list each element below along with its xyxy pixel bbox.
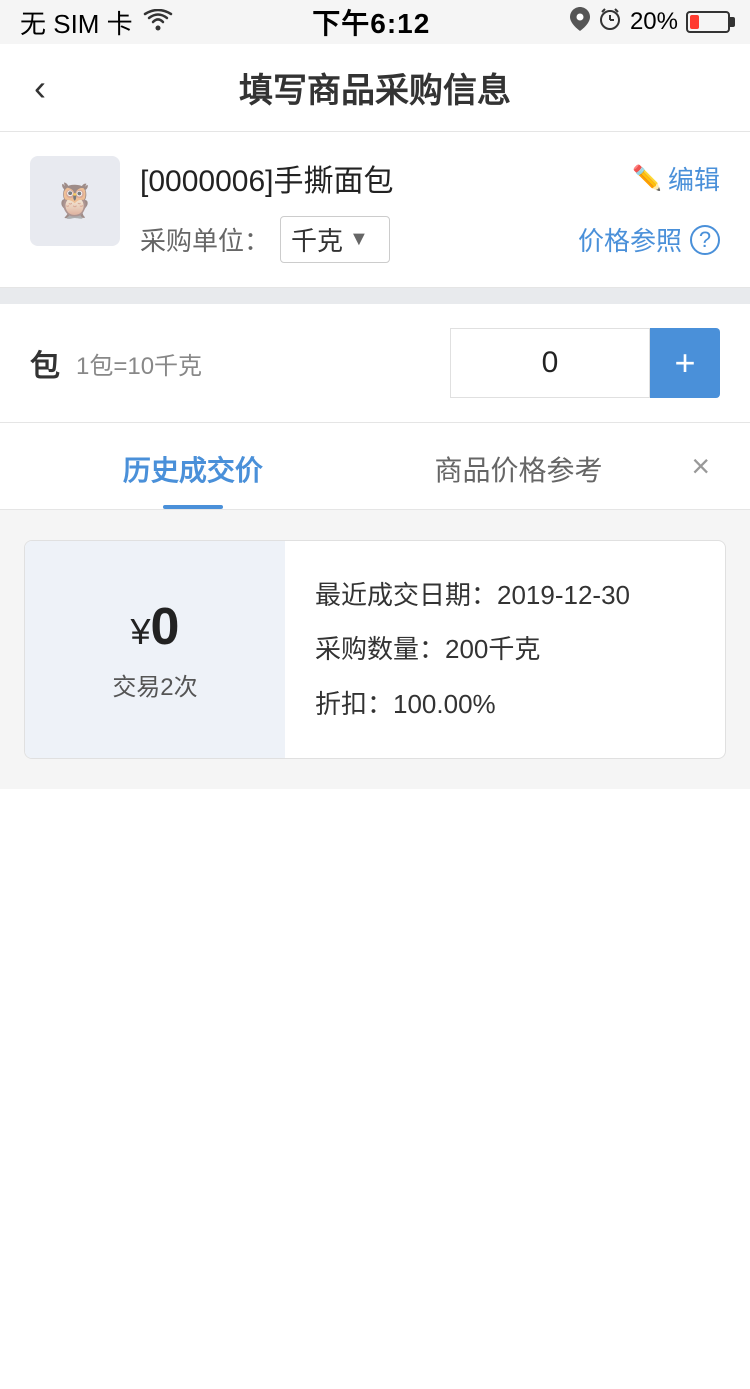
nav-bar: ‹ 填写商品采购信息 — [0, 44, 750, 132]
product-card: 🦉 [0000006]手撕面包 ✏️ 编辑 采购单位： 千克 ▼ — [0, 132, 750, 288]
wifi-icon — [143, 7, 173, 38]
quantity-label: 包 1包=10千克 — [30, 341, 202, 385]
history-price-display: ¥0 — [131, 597, 180, 657]
history-trade-count: 交易2次 — [112, 667, 197, 702]
status-carrier: 无 SIM 卡 — [20, 4, 173, 41]
quantity-plus-button[interactable]: + — [650, 328, 720, 398]
product-name-row: [0000006]手撕面包 ✏️ 编辑 — [140, 156, 720, 200]
dropdown-arrow-icon: ▼ — [349, 228, 369, 251]
price-ref-button[interactable]: 价格参照 ? — [578, 221, 720, 258]
purchase-qty-value: 200千克 — [445, 634, 540, 664]
unit-label: 采购单位： — [140, 221, 270, 258]
help-icon: ? — [690, 225, 720, 255]
recent-date-label: 最近成交日期： — [315, 580, 497, 610]
carrier-text: 无 SIM 卡 — [20, 4, 133, 41]
location-icon — [570, 7, 590, 38]
history-recent-date: 最近成交日期：2019-12-30 — [315, 577, 695, 613]
quantity-controls: 0 + — [450, 328, 720, 398]
price-ref-label: 价格参照 — [578, 221, 682, 258]
tab-product-price-ref[interactable]: 商品价格参考 — [356, 423, 682, 509]
product-header: 🦉 [0000006]手撕面包 ✏️ 编辑 采购单位： 千克 ▼ — [30, 156, 720, 263]
tab-history-price[interactable]: 历史成交价 — [30, 423, 356, 509]
back-button[interactable]: ‹ — [24, 57, 56, 119]
section-divider — [0, 288, 750, 304]
tab-close-button[interactable]: × — [681, 438, 720, 495]
history-discount: 折扣：100.00% — [315, 686, 695, 722]
page-title: 填写商品采购信息 — [239, 63, 511, 112]
unit-select[interactable]: 千克 ▼ — [280, 216, 390, 263]
unit-value: 千克 — [291, 221, 343, 258]
edit-icon: ✏️ — [632, 164, 662, 193]
recent-date-value: 2019-12-30 — [497, 580, 630, 610]
status-bar: 无 SIM 卡 下午6:12 — [0, 0, 750, 44]
history-section: ¥0 交易2次 最近成交日期：2019-12-30 采购数量：200千克 折扣：… — [0, 510, 750, 789]
tabs-container: 历史成交价 商品价格参考 × — [0, 423, 750, 510]
status-icons: 20% — [570, 7, 730, 38]
price-value: 0 — [151, 598, 180, 656]
history-purchase-qty: 采购数量：200千克 — [315, 631, 695, 667]
battery-percent: 20% — [630, 8, 678, 36]
alarm-icon — [598, 7, 622, 38]
product-thumbnail: 🦉 — [30, 156, 120, 246]
battery-icon — [686, 11, 730, 33]
discount-label: 折扣： — [315, 689, 393, 719]
history-card: ¥0 交易2次 最近成交日期：2019-12-30 采购数量：200千克 折扣：… — [24, 540, 726, 759]
quantity-unit-main: 包 — [30, 341, 60, 385]
edit-button[interactable]: ✏️ 编辑 — [632, 160, 720, 197]
status-time: 下午6:12 — [312, 2, 430, 42]
edit-label: 编辑 — [668, 160, 720, 197]
quantity-input[interactable]: 0 — [450, 328, 650, 398]
price-symbol: ¥ — [131, 611, 151, 652]
purchase-qty-label: 采购数量： — [315, 634, 445, 664]
bottom-space — [0, 789, 750, 1389]
product-name: [0000006]手撕面包 — [140, 156, 393, 200]
quantity-row: 包 1包=10千克 0 + — [0, 304, 750, 423]
discount-value: 100.00% — [393, 689, 496, 719]
product-info: [0000006]手撕面包 ✏️ 编辑 采购单位： 千克 ▼ 价格参照 ? — [140, 156, 720, 263]
quantity-unit-sub: 1包=10千克 — [76, 346, 202, 381]
product-unit-row: 采购单位： 千克 ▼ 价格参照 ? — [140, 216, 720, 263]
history-price-panel: ¥0 交易2次 — [25, 541, 285, 758]
history-detail-panel: 最近成交日期：2019-12-30 采购数量：200千克 折扣：100.00% — [285, 541, 725, 758]
product-thumb-icon: 🦉 — [54, 181, 96, 221]
